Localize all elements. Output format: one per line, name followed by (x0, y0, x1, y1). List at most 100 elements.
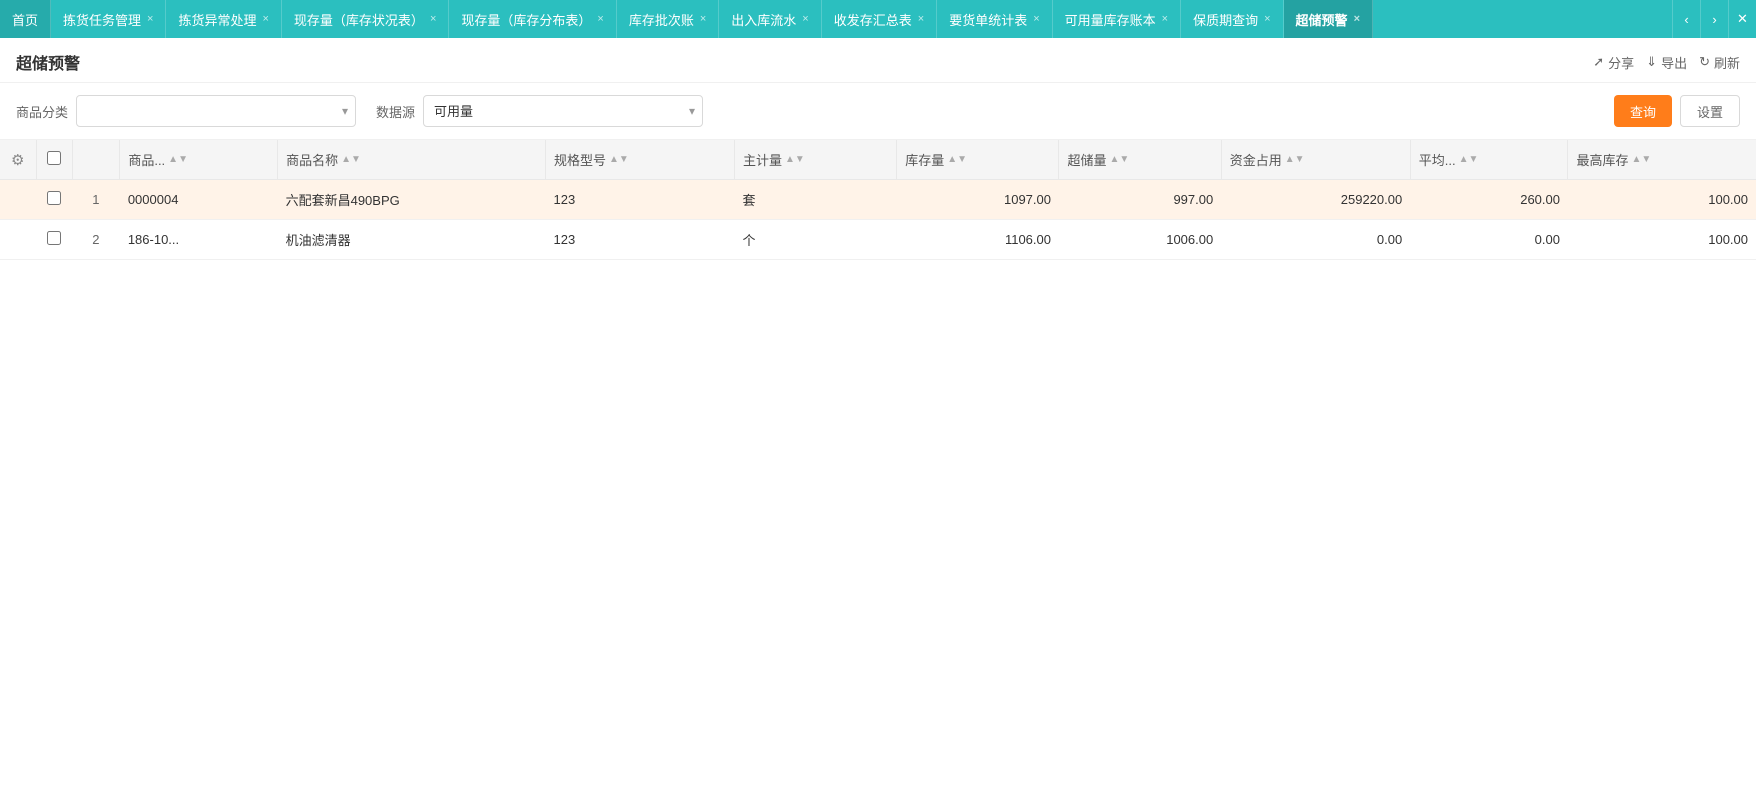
sort-name-icon[interactable]: ▲▼ (341, 155, 361, 165)
th-stock[interactable]: 库存量 ▲▼ (897, 140, 1059, 180)
nav-pick-task[interactable]: 拣货任务管理 × (51, 0, 166, 38)
table-row: 1 0000004 六配套新昌490BPG 123 套 1097.00 997.… (0, 180, 1756, 220)
row-name-1: 机油滤清器 (278, 220, 546, 260)
query-button[interactable]: 查询 (1614, 95, 1672, 127)
nav-stock-dist-close[interactable]: × (597, 13, 603, 25)
nav-available-stock[interactable]: 可用量库存账本 × (1053, 0, 1181, 38)
page-header: 超储预警 ➚ 分享 ⇓ 导出 ↻ 刷新 (0, 38, 1756, 83)
select-all-checkbox[interactable] (47, 151, 61, 165)
nav-stock-status-close[interactable]: × (430, 13, 436, 25)
sort-overflow-icon[interactable]: ▲▼ (1110, 155, 1130, 165)
nav-order-stat-close[interactable]: × (1033, 13, 1039, 25)
data-table-wrapper: ⚙ 商品... ▲▼ 商品名称 ▲▼ (0, 140, 1756, 260)
nav-close-all[interactable]: ✕ (1728, 0, 1756, 38)
th-spec-label: 规格型号 (554, 150, 606, 169)
th-index (72, 140, 120, 180)
row-overflow-0: 997.00 (1059, 180, 1221, 220)
nav-pick-task-close[interactable]: × (147, 13, 153, 25)
nav-overstock-label: 超储预警 (1296, 10, 1348, 29)
nav-batch-account-label: 库存批次账 (629, 10, 694, 29)
table-row: 2 186-10... 机油滤清器 123 个 1106.00 1006.00 … (0, 220, 1756, 260)
nav-expiry-close[interactable]: × (1264, 13, 1270, 25)
sort-max-stock-icon[interactable]: ▲▼ (1632, 155, 1652, 165)
row-overflow-1: 1006.00 (1059, 220, 1221, 260)
refresh-button[interactable]: ↻ 刷新 (1699, 53, 1740, 72)
nav-overstock-close[interactable]: × (1354, 13, 1360, 25)
th-capital[interactable]: 资金占用 ▲▼ (1221, 140, 1410, 180)
nav-pick-task-label: 拣货任务管理 (63, 10, 141, 29)
th-avg[interactable]: 平均... ▲▼ (1410, 140, 1568, 180)
category-select[interactable] (76, 95, 356, 127)
row-checkbox-0[interactable] (47, 191, 61, 205)
th-max-stock[interactable]: 最高库存 ▲▼ (1568, 140, 1756, 180)
data-table: ⚙ 商品... ▲▼ 商品名称 ▲▼ (0, 140, 1756, 260)
th-checkbox (36, 140, 72, 180)
row-gear-1 (0, 220, 36, 260)
th-spec[interactable]: 规格型号 ▲▼ (546, 140, 735, 180)
row-unit-1: 个 (735, 220, 897, 260)
nav-overstock[interactable]: 超储预警 × (1284, 0, 1373, 38)
row-max-stock-0: 100.00 (1568, 180, 1756, 220)
settings-button[interactable]: 设置 (1680, 95, 1740, 127)
sort-unit-icon[interactable]: ▲▼ (785, 155, 805, 165)
nav-stock-status[interactable]: 现存量（库存状况表） × (282, 0, 449, 38)
top-navigation: 首页 拣货任务管理 × 拣货异常处理 × 现存量（库存状况表） × 现存量（库存… (0, 0, 1756, 38)
nav-summary[interactable]: 收发存汇总表 × (822, 0, 937, 38)
settings-gear-icon[interactable]: ⚙ (11, 152, 24, 169)
row-stock-1: 1106.00 (897, 220, 1059, 260)
sort-avg-icon[interactable]: ▲▼ (1459, 155, 1479, 165)
th-unit[interactable]: 主计量 ▲▼ (735, 140, 897, 180)
nav-available-stock-close[interactable]: × (1162, 13, 1168, 25)
datasource-select-wrapper: 可用量 库存量 ▾ (423, 95, 703, 127)
nav-order-stat[interactable]: 要货单统计表 × (937, 0, 1052, 38)
filter-area: 商品分类 ▾ 数据源 可用量 库存量 ▾ 查询 设置 (0, 83, 1756, 140)
nav-batch-account-close[interactable]: × (700, 13, 706, 25)
row-code-0: 0000004 (120, 180, 278, 220)
nav-expiry[interactable]: 保质期查询 × (1181, 0, 1283, 38)
nav-summary-close[interactable]: × (918, 13, 924, 25)
category-label: 商品分类 (16, 102, 68, 121)
nav-batch-account[interactable]: 库存批次账 × (617, 0, 719, 38)
table-body: 1 0000004 六配套新昌490BPG 123 套 1097.00 997.… (0, 180, 1756, 260)
row-index-1: 2 (72, 220, 120, 260)
sort-spec-icon[interactable]: ▲▼ (609, 155, 629, 165)
nav-next-arrow[interactable]: › (1700, 0, 1728, 38)
nav-stock-status-label: 现存量（库存状况表） (294, 10, 424, 29)
sort-capital-icon[interactable]: ▲▼ (1285, 155, 1305, 165)
row-spec-1: 123 (546, 220, 735, 260)
th-name[interactable]: 商品名称 ▲▼ (278, 140, 546, 180)
nav-stock-dist[interactable]: 现存量（库存分布表） × (449, 0, 616, 38)
export-button[interactable]: ⇓ 导出 (1646, 53, 1687, 72)
row-avg-0: 260.00 (1410, 180, 1568, 220)
th-overflow[interactable]: 超储量 ▲▼ (1059, 140, 1221, 180)
th-name-label: 商品名称 (286, 150, 338, 169)
share-label: 分享 (1608, 53, 1634, 72)
datasource-select[interactable]: 可用量 库存量 (423, 95, 703, 127)
row-capital-0: 259220.00 (1221, 180, 1410, 220)
sort-code-icon[interactable]: ▲▼ (168, 155, 188, 165)
export-icon: ⇓ (1646, 54, 1657, 70)
row-spec-0: 123 (546, 180, 735, 220)
header-actions: ➚ 分享 ⇓ 导出 ↻ 刷新 (1593, 53, 1740, 72)
row-checkbox-cell-0 (36, 180, 72, 220)
row-stock-0: 1097.00 (897, 180, 1059, 220)
th-stock-label: 库存量 (905, 150, 944, 169)
nav-pick-exception[interactable]: 拣货异常处理 × (166, 0, 281, 38)
sort-stock-icon[interactable]: ▲▼ (947, 155, 967, 165)
row-avg-1: 0.00 (1410, 220, 1568, 260)
export-label: 导出 (1661, 53, 1687, 72)
nav-prev-arrow[interactable]: ‹ (1672, 0, 1700, 38)
datasource-label: 数据源 (376, 102, 415, 121)
refresh-label: 刷新 (1714, 53, 1740, 72)
nav-pick-exception-close[interactable]: × (262, 13, 268, 25)
row-unit-0: 套 (735, 180, 897, 220)
nav-inout-flow[interactable]: 出入库流水 × (719, 0, 821, 38)
nav-arrows: ‹ › ✕ (1672, 0, 1756, 38)
nav-home[interactable]: 首页 (0, 0, 51, 38)
th-code[interactable]: 商品... ▲▼ (120, 140, 278, 180)
th-unit-label: 主计量 (743, 150, 782, 169)
nav-inout-flow-close[interactable]: × (802, 13, 808, 25)
share-button[interactable]: ➚ 分享 (1593, 53, 1634, 72)
row-checkbox-1[interactable] (47, 231, 61, 245)
th-max-stock-label: 最高库存 (1576, 150, 1628, 169)
